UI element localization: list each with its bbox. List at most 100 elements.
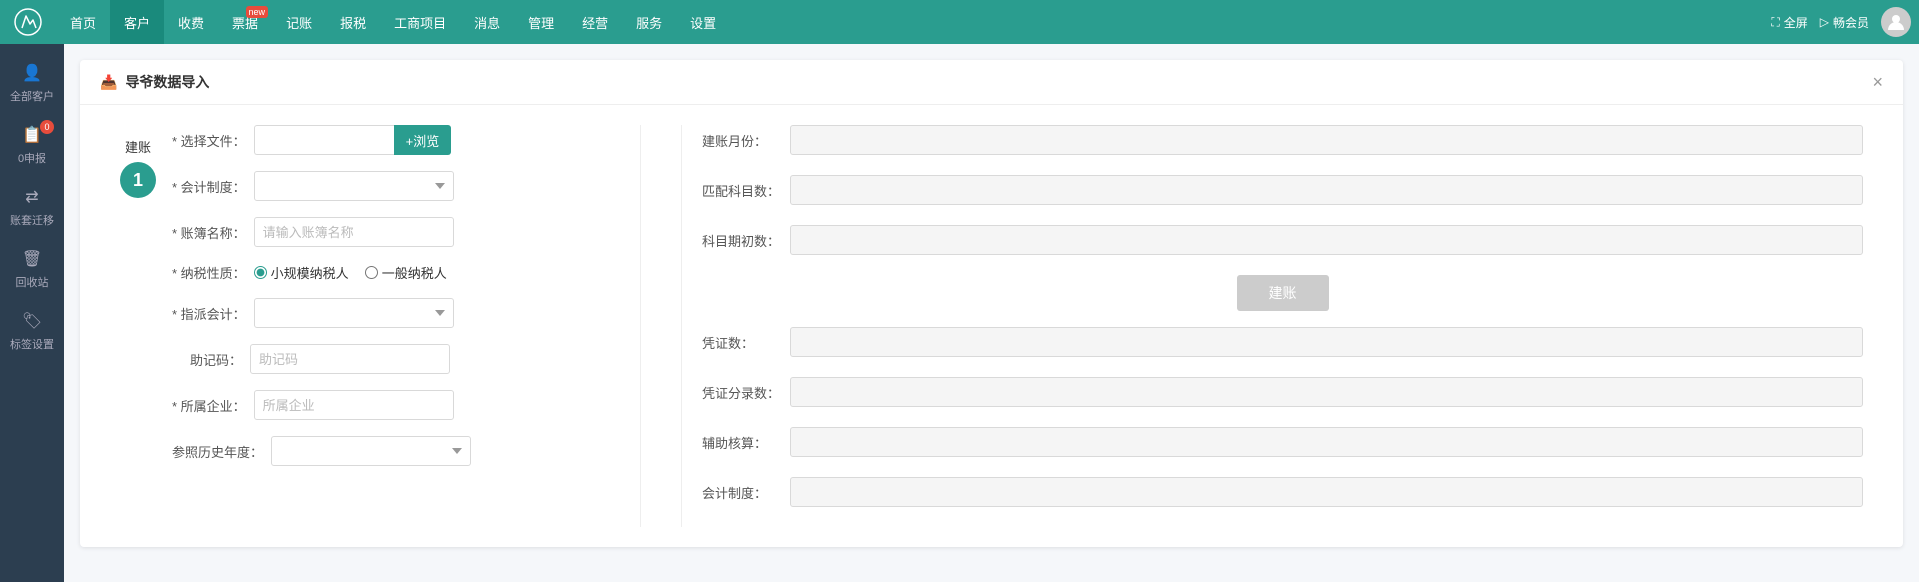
main-layout: 👤 全部客户 📋0申报0 ⇄ 账套迁移 🗑 回收站 🏷标签设置 📥 导爷数据导入 × 建账 1 xyxy=(0,44,1919,582)
dialog-body: 建账 1 * 选择文件： +浏览 xyxy=(80,105,1903,547)
dialog-header: 📥 导爷数据导入 × xyxy=(80,60,1903,105)
subject-init-value xyxy=(790,225,1863,255)
logo[interactable] xyxy=(8,2,48,42)
form-section: * 选择文件： +浏览 * 会计制度： xyxy=(172,125,600,482)
tax-type-label: * 纳税性质： xyxy=(172,263,246,282)
ledger-name-label: * 账簿名称： xyxy=(172,223,246,242)
history-year-select[interactable] xyxy=(271,436,471,466)
memo-code-label: 助记码： xyxy=(172,350,242,369)
nav-right: ⛶ 全屏 ▷ 畅会员 xyxy=(1771,7,1911,37)
right-panel: 建账月份： 匹配科目数： 科目期初数： 建账 凭证数： xyxy=(681,125,1863,527)
build-month-label: 建账月份： xyxy=(702,131,782,150)
build-month-value xyxy=(790,125,1863,155)
memo-code-row: 助记码： xyxy=(172,344,600,374)
nav-item-manage[interactable]: 管理 xyxy=(514,0,568,44)
close-button[interactable]: × xyxy=(1872,73,1883,91)
sidebar-item-label-all-customers: 全部客户 xyxy=(10,88,54,104)
voucher-count-value xyxy=(790,327,1863,357)
vip-label: 畅会员 xyxy=(1833,14,1869,31)
nav-item-fee[interactable]: 收费 xyxy=(164,0,218,44)
avatar[interactable] xyxy=(1881,7,1911,37)
voucher-count-row: 凭证数： xyxy=(702,327,1863,357)
file-input[interactable] xyxy=(254,125,394,155)
transfer-icon: ⇄ xyxy=(21,186,43,208)
assign-accountant-row: * 指派会计： xyxy=(172,298,600,328)
top-nav: 首页客户收费票据new记账报税工商项目消息管理经营服务设置 ⛶ 全屏 ▷ 畅会员 xyxy=(0,0,1919,44)
nav-item-settings[interactable]: 设置 xyxy=(676,0,730,44)
import-icon: 📥 xyxy=(100,74,117,91)
panel-divider xyxy=(640,125,641,527)
accounting-system-row: * 会计制度： xyxy=(172,171,600,201)
browse-button[interactable]: +浏览 xyxy=(394,125,452,155)
match-subjects-value xyxy=(790,175,1863,205)
match-subjects-row: 匹配科目数： xyxy=(702,175,1863,205)
fullscreen-icon: ⛶ xyxy=(1771,15,1779,30)
build-month-row: 建账月份： xyxy=(702,125,1863,155)
trash-icon: 🗑 xyxy=(21,248,43,270)
nav-item-home[interactable]: 首页 xyxy=(56,0,110,44)
auxiliary-label: 辅助核算： xyxy=(702,433,782,452)
tag-icon: 🏷 xyxy=(21,310,43,332)
company-label: * 所属企业： xyxy=(172,396,246,415)
subject-init-row: 科目期初数： xyxy=(702,225,1863,255)
left-panel: 建账 1 * 选择文件： +浏览 xyxy=(120,125,600,527)
nav-item-message[interactable]: 消息 xyxy=(460,0,514,44)
content-area: 📥 导爷数据导入 × 建账 1 * 选择文件： xyxy=(64,44,1919,582)
accounting-system-label: * 会计制度： xyxy=(172,177,246,196)
nav-items: 首页客户收费票据new记账报税工商项目消息管理经营服务设置 xyxy=(56,0,1771,44)
nav-item-business[interactable]: 工商项目 xyxy=(380,0,460,44)
assign-accountant-select[interactable] xyxy=(254,298,454,328)
tax-type-radio-group: 小规模纳税人 一般纳税人 xyxy=(254,263,447,282)
sidebar-item-account-migration[interactable]: ⇄ 账套迁移 xyxy=(0,176,64,238)
auxiliary-row: 辅助核算： xyxy=(702,427,1863,457)
play-icon: ▷ xyxy=(1820,15,1829,29)
history-year-row: 参照历史年度： xyxy=(172,436,600,466)
general-taxpayer-option[interactable]: 一般纳税人 xyxy=(365,263,447,282)
match-subjects-label: 匹配科目数： xyxy=(702,181,782,200)
person-icon: 👤 xyxy=(21,62,43,84)
sidebar-item-tag-settings[interactable]: 🏷标签设置 xyxy=(0,300,64,362)
build-account-button[interactable]: 建账 xyxy=(1237,275,1329,311)
right-accounting-system-value xyxy=(790,477,1863,507)
small-taxpayer-radio[interactable] xyxy=(254,266,267,279)
sidebar-item-all-customers[interactable]: 👤 全部客户 xyxy=(0,52,64,114)
step-circle: 1 xyxy=(120,162,156,198)
memo-code-input[interactable] xyxy=(250,344,450,374)
company-input[interactable] xyxy=(254,390,454,420)
voucher-records-row: 凭证分录数： xyxy=(702,377,1863,407)
file-input-group: +浏览 xyxy=(254,125,452,155)
small-taxpayer-option[interactable]: 小规模纳税人 xyxy=(254,263,349,282)
voucher-count-label: 凭证数： xyxy=(702,333,782,352)
sidebar-item-declaration[interactable]: 📋0申报0 xyxy=(0,114,64,176)
nav-item-account[interactable]: 记账 xyxy=(272,0,326,44)
sidebar: 👤 全部客户 📋0申报0 ⇄ 账套迁移 🗑 回收站 🏷标签设置 xyxy=(0,44,64,582)
ledger-name-row: * 账簿名称： xyxy=(172,217,600,247)
file-label: * 选择文件： xyxy=(172,131,246,150)
file-row: * 选择文件： +浏览 xyxy=(172,125,600,155)
tax-type-row: * 纳税性质： 小规模纳税人 一般纳税人 xyxy=(172,263,600,282)
general-taxpayer-label: 一般纳税人 xyxy=(382,263,447,282)
nav-item-invoice[interactable]: 票据new xyxy=(218,0,272,44)
right-accounting-system-label: 会计制度： xyxy=(702,483,782,502)
sidebar-item-recycle[interactable]: 🗑 回收站 xyxy=(0,238,64,300)
sidebar-item-label-recycle: 回收站 xyxy=(16,274,49,290)
vip-btn[interactable]: ▷ 畅会员 xyxy=(1820,14,1869,31)
fullscreen-btn[interactable]: ⛶ 全屏 xyxy=(1771,14,1807,31)
right-accounting-system-row: 会计制度： xyxy=(702,477,1863,507)
nav-item-tax[interactable]: 报税 xyxy=(326,0,380,44)
nav-item-operate[interactable]: 经营 xyxy=(568,0,622,44)
sidebar-badge-declaration: 0 xyxy=(40,120,54,134)
voucher-records-label: 凭证分录数： xyxy=(702,383,782,402)
nav-item-service[interactable]: 服务 xyxy=(622,0,676,44)
nav-item-customer[interactable]: 客户 xyxy=(110,0,164,44)
fullscreen-label: 全屏 xyxy=(1784,14,1808,31)
nav-badge-invoice: new xyxy=(246,6,269,18)
accounting-system-select[interactable] xyxy=(254,171,454,201)
subject-init-label: 科目期初数： xyxy=(702,231,782,250)
ledger-name-input[interactable] xyxy=(254,217,454,247)
step-label: 建账 xyxy=(125,137,151,156)
general-taxpayer-radio[interactable] xyxy=(365,266,378,279)
sidebar-item-label-account-migration: 账套迁移 xyxy=(10,212,54,228)
assign-accountant-label: * 指派会计： xyxy=(172,304,246,323)
auxiliary-value xyxy=(790,427,1863,457)
